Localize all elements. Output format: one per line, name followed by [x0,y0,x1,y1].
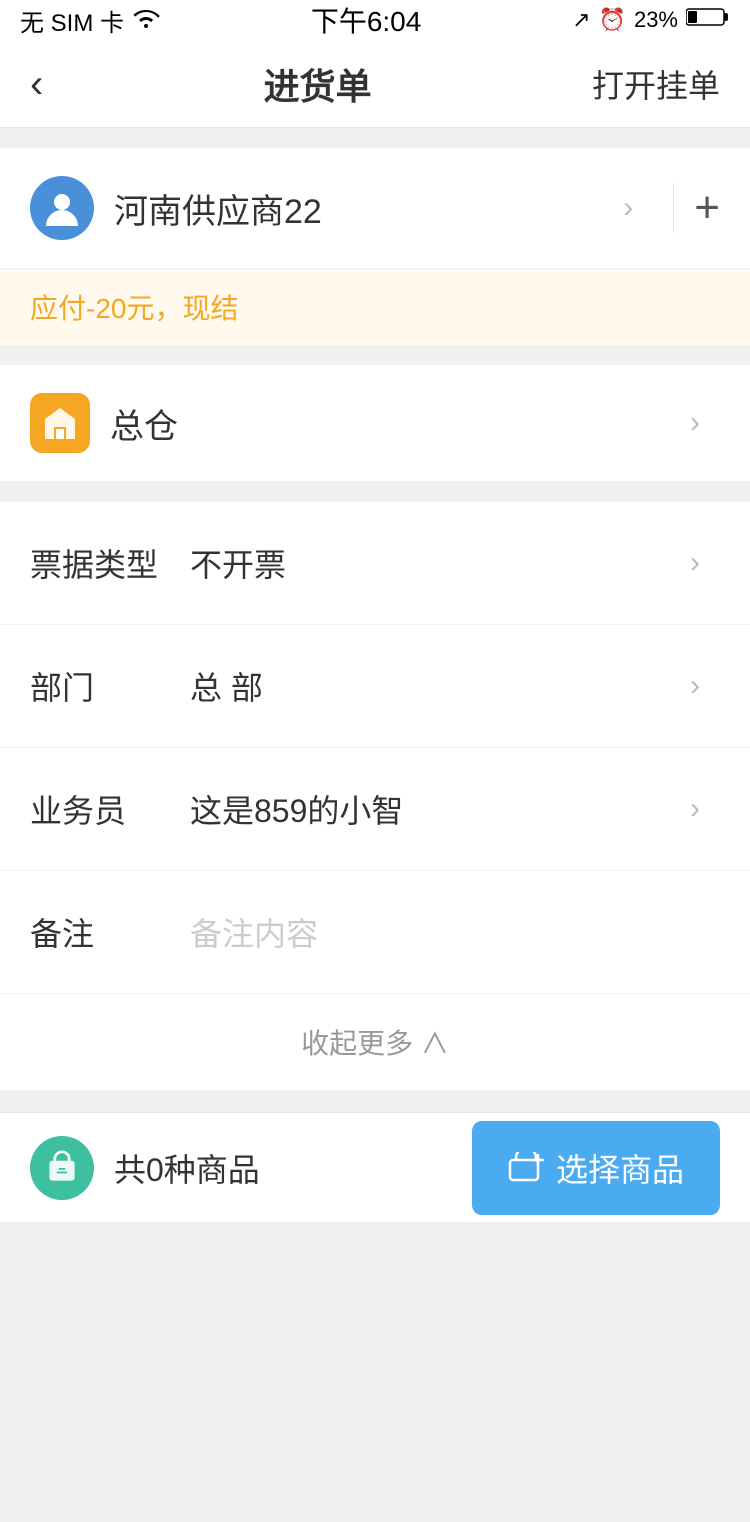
background-area [0,1222,750,1522]
warehouse-name: 总仓 [110,399,690,448]
status-right: ↗ ⏰ 23% [572,6,730,34]
warehouse-section: 总仓 › [0,365,750,481]
salesperson-value: 这是859的小智 [190,786,690,832]
warehouse-chevron-icon: › [690,406,700,440]
product-count: 共0种商品 [114,1145,472,1191]
remark-label: 备注 [30,909,190,955]
ticket-type-label: 票据类型 [30,540,190,586]
product-icon [30,1136,94,1200]
section-gap-3 [0,481,750,501]
department-row[interactable]: 部门 总 部 › [0,624,750,747]
department-value: 总 部 [190,663,690,709]
remark-row[interactable]: 备注 备注内容 [0,870,750,993]
collapse-label: 收起更多 ∧ [301,1028,449,1059]
wifi-icon [132,6,160,35]
ticket-type-row[interactable]: 票据类型 不开票 › [0,501,750,624]
status-bar: 无 SIM 卡 下午6:04 ↗ ⏰ 23% [0,0,750,40]
sim-signal: 无 SIM 卡 [20,3,124,38]
warehouse-row[interactable]: 总仓 › [0,365,750,481]
supplier-name: 河南供应商22 [114,184,623,233]
form-section: 票据类型 不开票 › 部门 总 部 › 业务员 这是859的小智 › 备注 备注… [0,501,750,1090]
supplier-avatar [30,176,94,240]
collapse-button[interactable]: 收起更多 ∧ [0,993,750,1090]
notice-text: 应付-20元，现结 [30,293,238,324]
supplier-row[interactable]: 河南供应商22 › + [0,148,750,269]
back-button[interactable]: ‹ [30,64,43,104]
page-title: 进货单 [264,58,372,110]
open-pending-button[interactable]: 打开挂单 [592,61,720,107]
nav-bar: ‹ 进货单 打开挂单 [0,40,750,128]
salesperson-chevron-icon: › [690,792,700,826]
bottom-bar: 共0种商品 选择商品 [0,1112,750,1222]
salesperson-row[interactable]: 业务员 这是859的小智 › [0,747,750,870]
location-icon: ↗ [572,7,590,33]
section-gap-4 [0,1090,750,1110]
battery-text: 23% [634,7,678,33]
status-time: 下午6:04 [311,0,422,40]
ticket-type-chevron-icon: › [690,546,700,580]
salesperson-label: 业务员 [30,786,190,832]
department-chevron-icon: › [690,669,700,703]
select-product-button[interactable]: 选择商品 [472,1121,720,1215]
section-gap-2 [0,345,750,365]
alarm-icon: ⏰ [599,7,626,33]
supplier-chevron-icon: › [623,191,633,225]
battery-icon [686,6,730,34]
divider [673,183,674,233]
ticket-type-value: 不开票 [190,540,690,586]
department-label: 部门 [30,663,190,709]
select-product-label: 选择商品 [556,1145,684,1191]
cart-icon [508,1152,544,1184]
supplier-section: 河南供应商22 › + 应付-20元，现结 [0,148,750,345]
status-left: 无 SIM 卡 [20,3,160,38]
add-supplier-button[interactable]: + [694,186,720,230]
notice-bar: 应付-20元，现结 [0,269,750,345]
section-gap-1 [0,128,750,148]
warehouse-icon [30,393,90,453]
remark-placeholder: 备注内容 [190,909,720,955]
